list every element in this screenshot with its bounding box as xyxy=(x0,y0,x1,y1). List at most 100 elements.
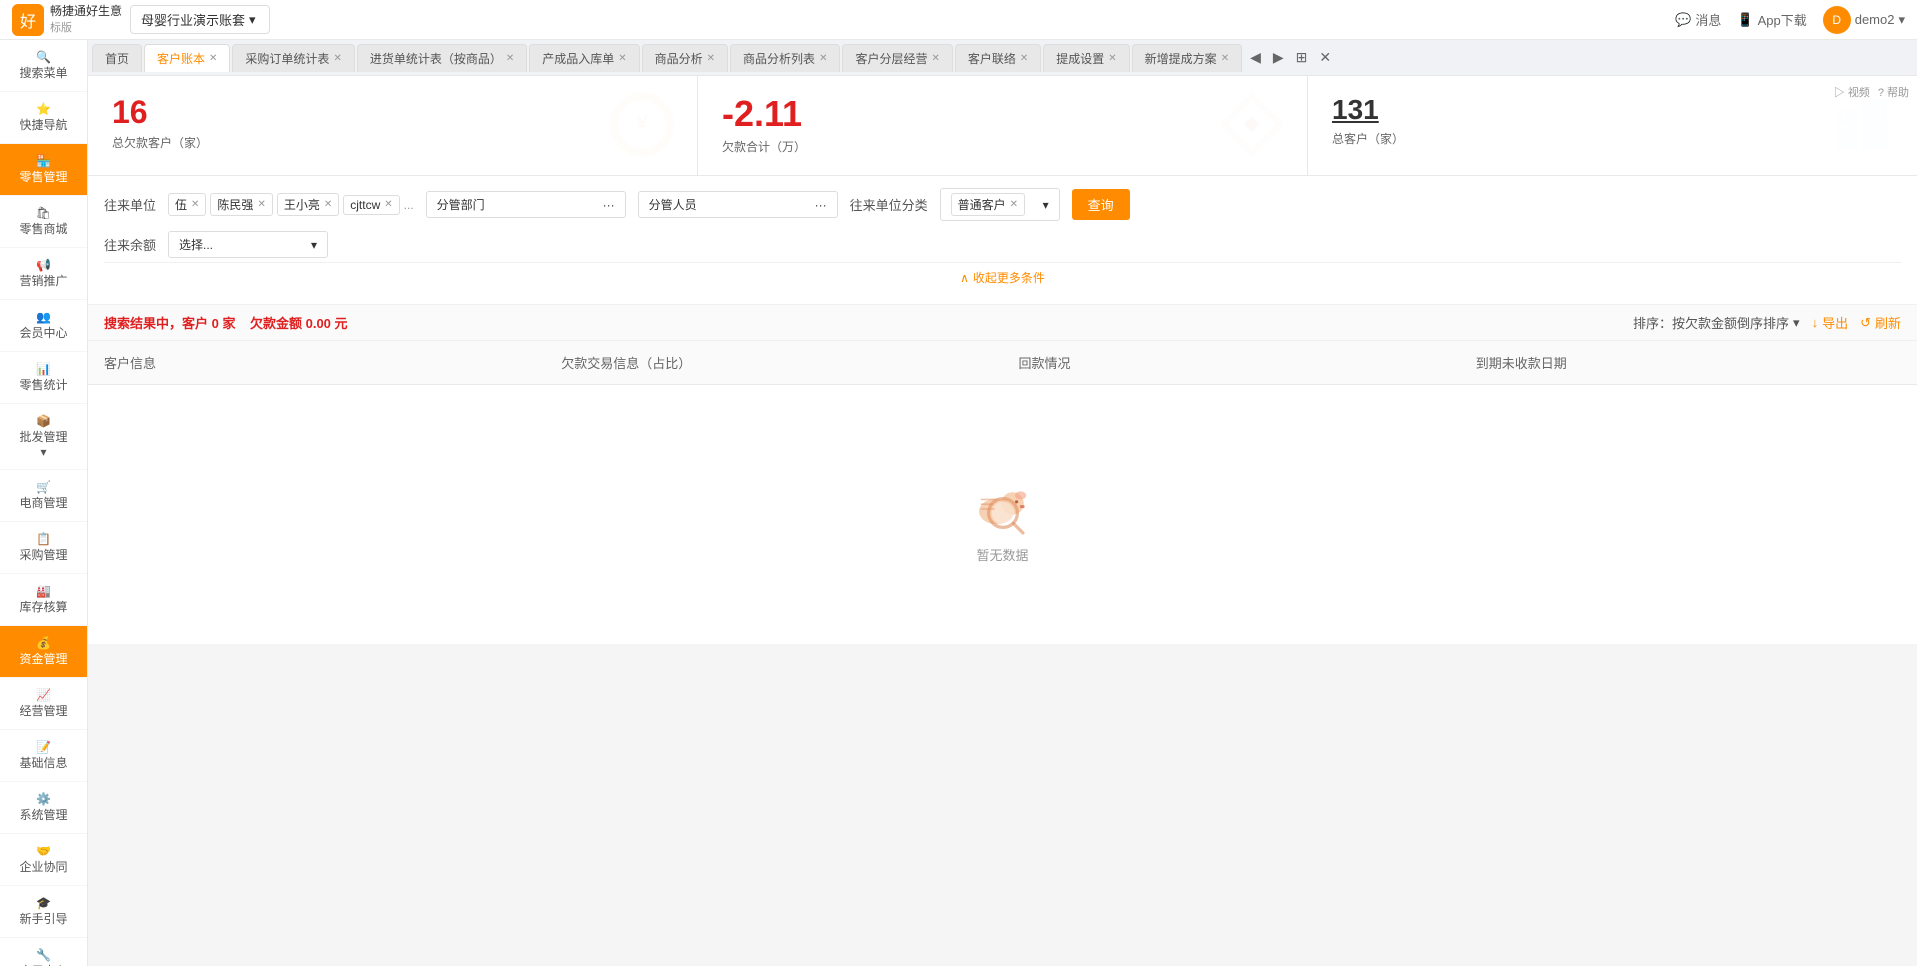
tab-purchase-order-stats[interactable]: 采购订单统计表 ✕ xyxy=(232,44,354,72)
tab-close-icon[interactable]: ✕ xyxy=(931,53,939,64)
stats-icon: 📊 xyxy=(4,362,83,376)
stat-debit-customers-value: 16 xyxy=(112,96,148,128)
stat-debit-value: -2.11 xyxy=(722,96,802,132)
tab-product-inbound[interactable]: 产成品入库单 ✕ xyxy=(529,44,639,72)
message-button[interactable]: 💬 消息 xyxy=(1675,10,1721,29)
filter-area: 往来单位 伍 ✕ 陈民强 ✕ 王小亮 xyxy=(88,176,1917,305)
help-btn[interactable]: ? 帮助 xyxy=(1878,84,1909,100)
sidebar-item-ecommerce[interactable]: 🛒 电商管理 xyxy=(0,470,87,522)
unit-filter-tags: 伍 ✕ 陈民强 ✕ 王小亮 ✕ xyxy=(168,193,414,216)
sidebar-item-operations[interactable]: 📈 经营管理 xyxy=(0,678,87,730)
tab-close-icon[interactable]: ✕ xyxy=(707,53,715,64)
page-content: ¥ 16 总欠款客户（家） ◆ xyxy=(88,76,1917,966)
enterprise-icon: 🤝 xyxy=(4,844,83,858)
department-select[interactable]: 分管部门 ··· xyxy=(426,191,626,218)
tab-close-icon[interactable]: ✕ xyxy=(1020,53,1028,64)
tab-inbound-stats[interactable]: 进货单统计表（按商品） ✕ xyxy=(357,44,527,72)
filter-tag-wang-close[interactable]: ✕ xyxy=(324,199,332,210)
finance-icon: 💰 xyxy=(4,636,83,650)
export-button[interactable]: ↓ 导出 xyxy=(1812,313,1849,332)
industry-selector[interactable]: 母婴行业演示账套 ▾ xyxy=(130,5,270,34)
user-menu[interactable]: D demo2 ▾ xyxy=(1823,6,1905,34)
filter-tag-wu: 伍 ✕ xyxy=(168,193,206,216)
sidebar-search[interactable]: 🔍 搜索菜单 xyxy=(0,40,87,92)
sidebar-item-wholesale[interactable]: 📦 批发管理 ▾ xyxy=(0,404,87,470)
logo-text-block: 畅捷通好生意 标版 xyxy=(50,4,122,36)
table-header-repayment: 回款情况 xyxy=(1003,341,1460,384)
export-label: 导出 xyxy=(1822,313,1848,332)
sidebar-item-purchase[interactable]: 📋 采购管理 xyxy=(0,522,87,574)
operations-icon: 📈 xyxy=(4,688,83,702)
unit-filter-label: 往来单位 xyxy=(104,195,156,214)
sidebar-item-basic-info[interactable]: 📝 基础信息 xyxy=(0,730,87,782)
tab-purchase-order-stats-label: 采购订单统计表 xyxy=(245,50,329,67)
tab-close-icon[interactable]: ✕ xyxy=(1108,53,1116,64)
sidebar-item-enterprise[interactable]: 🤝 企业协同 xyxy=(0,834,87,886)
app-download-button[interactable]: 📱 App下载 xyxy=(1737,10,1806,29)
tab-close-icon[interactable]: ✕ xyxy=(618,53,626,64)
empty-illustration xyxy=(963,465,1043,545)
search-icon: 🔍 xyxy=(4,50,83,64)
tab-product-analysis-list[interactable]: 商品分析列表 ✕ xyxy=(730,44,840,72)
tab-scroll-right-button[interactable]: ▶ xyxy=(1267,45,1290,70)
tab-product-analysis-label: 商品分析 xyxy=(655,50,703,67)
tab-close-icon[interactable]: ✕ xyxy=(506,53,514,64)
filter-tag-wu-close[interactable]: ✕ xyxy=(191,199,199,210)
unit-type-label: 往来单位分类 xyxy=(850,195,928,214)
query-button[interactable]: 查询 xyxy=(1072,189,1130,220)
mall-icon: 🛍 xyxy=(4,206,83,220)
person-placeholder: 分管人员 xyxy=(649,196,697,213)
sidebar-item-newbie[interactable]: 🎓 新手引导 xyxy=(0,886,87,938)
sidebar-item-system[interactable]: ⚙️ 系统管理 xyxy=(0,782,87,834)
tab-customer-tier[interactable]: 客户分层经营 ✕ xyxy=(842,44,952,72)
tab-close-all-button[interactable]: ✕ xyxy=(1313,45,1337,70)
filter-tag-cj-close[interactable]: ✕ xyxy=(384,199,392,210)
tab-scroll-left-button[interactable]: ◀ xyxy=(1244,45,1267,70)
tab-close-icon[interactable]: ✕ xyxy=(333,53,341,64)
sort-button[interactable]: 排序：按欠款金额倒序排序 ▾ xyxy=(1633,313,1800,332)
sidebar-newbie-label: 新手引导 xyxy=(4,910,83,927)
unit-type-close[interactable]: ✕ xyxy=(1010,199,1018,210)
stat-debit-total: ◆ -2.11 欠款合计（万） xyxy=(697,76,1307,175)
stat-total-customers-label: 总客户（家） xyxy=(1332,130,1404,147)
header-left: 好 畅捷通好生意 标版 母婴行业演示账套 ▾ xyxy=(12,4,270,36)
retail-icon: 🏪 xyxy=(4,154,83,168)
tab-customer-contact-label: 客户联络 xyxy=(968,50,1016,67)
filter-tag-chen-close[interactable]: ✕ xyxy=(257,199,265,210)
balance-select[interactable]: 选择... ▾ xyxy=(168,231,328,258)
person-select[interactable]: 分管人员 ··· xyxy=(638,191,838,218)
sidebar-item-retail[interactable]: 🏪 零售管理 xyxy=(0,144,87,196)
tab-commission-settings[interactable]: 提成设置 ✕ xyxy=(1043,44,1129,72)
tab-close-icon[interactable]: ✕ xyxy=(209,53,217,64)
collapse-button[interactable]: ∧ 收起更多条件 xyxy=(104,262,1901,292)
tab-customer-ledger[interactable]: 客户账本 ✕ xyxy=(144,44,230,72)
sidebar-item-app-center[interactable]: 🔧 应用中心 xyxy=(0,938,87,966)
tab-customer-contact[interactable]: 客户联络 ✕ xyxy=(955,44,1041,72)
video-btn[interactable]: ▷ 视频 xyxy=(1834,84,1870,100)
tab-home[interactable]: 首页 xyxy=(92,44,142,72)
svg-text:◆: ◆ xyxy=(1244,112,1260,134)
department-placeholder: 分管部门 xyxy=(437,196,485,213)
tab-expand-button[interactable]: ⊞ xyxy=(1290,45,1314,70)
sidebar-item-finance[interactable]: 💰 资金管理 xyxy=(0,626,87,678)
sidebar-item-retail-mall[interactable]: 🛍 零售商城 xyxy=(0,196,87,248)
tab-product-analysis[interactable]: 商品分析 ✕ xyxy=(642,44,728,72)
sidebar-item-member[interactable]: 👥 会员中心 xyxy=(0,300,87,352)
filter-more-button[interactable]: ... xyxy=(404,198,414,212)
tab-new-commission[interactable]: 新增提成方案 ✕ xyxy=(1132,44,1242,72)
sidebar-item-retail-stats[interactable]: 📊 零售统计 xyxy=(0,352,87,404)
sidebar-item-quick-nav[interactable]: ⭐ 快捷导航 xyxy=(0,92,87,144)
sidebar-basic-info-label: 基础信息 xyxy=(4,754,83,771)
unit-type-select[interactable]: 普通客户 ✕ ▾ xyxy=(940,188,1060,221)
table-header-due-date: 到期未收款日期 xyxy=(1460,341,1917,384)
filter-tag-wu-label: 伍 xyxy=(175,196,187,213)
refresh-button[interactable]: ↺ 刷新 xyxy=(1860,313,1901,332)
tab-inbound-stats-label: 进货单统计表（按商品） xyxy=(370,50,502,67)
tab-close-icon[interactable]: ✕ xyxy=(819,53,827,64)
sidebar-item-marketing[interactable]: 📢 营销推广 xyxy=(0,248,87,300)
sidebar-item-inventory[interactable]: 🏭 库存核算 xyxy=(0,574,87,626)
sidebar-inventory-label: 库存核算 xyxy=(4,598,83,615)
avatar: D xyxy=(1823,6,1851,34)
stat-help-buttons: ▷ 视频 ? 帮助 xyxy=(1834,84,1909,100)
tab-close-icon[interactable]: ✕ xyxy=(1221,53,1229,64)
